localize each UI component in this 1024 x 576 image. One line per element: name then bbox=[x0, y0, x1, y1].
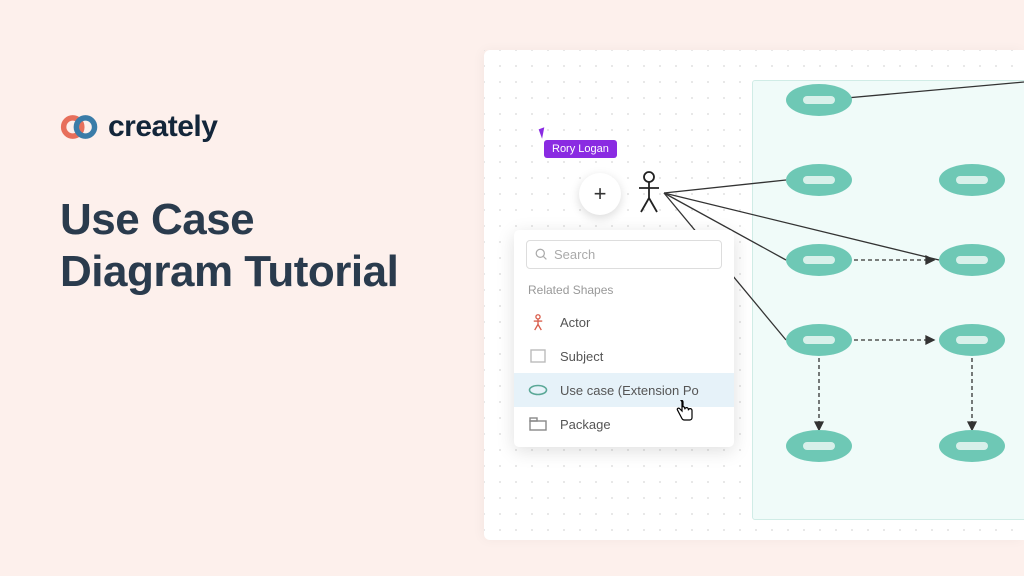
shape-option-label: Package bbox=[560, 417, 611, 432]
pointer-cursor-icon bbox=[674, 400, 696, 429]
use-case-node[interactable] bbox=[786, 324, 852, 356]
collaborator-name: Rory Logan bbox=[544, 140, 617, 158]
shape-picker-panel: Search Related Shapes Actor Subject Use … bbox=[514, 230, 734, 447]
package-icon bbox=[528, 416, 548, 432]
diagram-canvas[interactable]: Rory Logan + Search Related Shapes Actor bbox=[484, 50, 1024, 540]
search-icon bbox=[535, 248, 548, 261]
plus-icon: + bbox=[594, 181, 607, 207]
shape-search-input[interactable]: Search bbox=[526, 240, 722, 269]
actor-shape[interactable] bbox=[636, 170, 662, 214]
use-case-node[interactable] bbox=[786, 164, 852, 196]
use-case-node[interactable] bbox=[939, 244, 1005, 276]
shape-option-label: Actor bbox=[560, 315, 590, 330]
add-shape-button[interactable]: + bbox=[579, 173, 621, 215]
cursor-arrow-icon bbox=[539, 125, 554, 139]
panel-section-label: Related Shapes bbox=[514, 279, 734, 305]
page-title: Use Case Diagram Tutorial bbox=[60, 194, 460, 298]
use-case-node[interactable] bbox=[786, 244, 852, 276]
use-case-node[interactable] bbox=[786, 84, 852, 116]
shape-option-subject[interactable]: Subject bbox=[514, 339, 734, 373]
brand-logo: creately bbox=[60, 110, 460, 144]
use-case-node[interactable] bbox=[939, 324, 1005, 356]
brand-name: creately bbox=[108, 110, 217, 144]
shape-option-label: Use case (Extension Po bbox=[560, 383, 699, 398]
use-case-node[interactable] bbox=[939, 164, 1005, 196]
creately-logo-icon bbox=[60, 114, 100, 140]
use-case-node[interactable] bbox=[939, 430, 1005, 462]
headline-line-1: Use Case bbox=[60, 195, 254, 244]
shape-option-use-case-extension[interactable]: Use case (Extension Po bbox=[514, 373, 734, 407]
shape-option-label: Subject bbox=[560, 349, 603, 364]
actor-icon bbox=[528, 314, 548, 330]
collaborator-cursor: Rory Logan bbox=[544, 127, 617, 158]
use-case-icon bbox=[528, 382, 548, 398]
shape-option-package[interactable]: Package bbox=[514, 407, 734, 441]
use-case-node[interactable] bbox=[786, 430, 852, 462]
shape-option-actor[interactable]: Actor bbox=[514, 305, 734, 339]
headline-line-2: Diagram Tutorial bbox=[60, 247, 398, 296]
search-placeholder: Search bbox=[554, 247, 595, 262]
hero-left: creately Use Case Diagram Tutorial bbox=[60, 110, 460, 298]
subject-icon bbox=[528, 348, 548, 364]
